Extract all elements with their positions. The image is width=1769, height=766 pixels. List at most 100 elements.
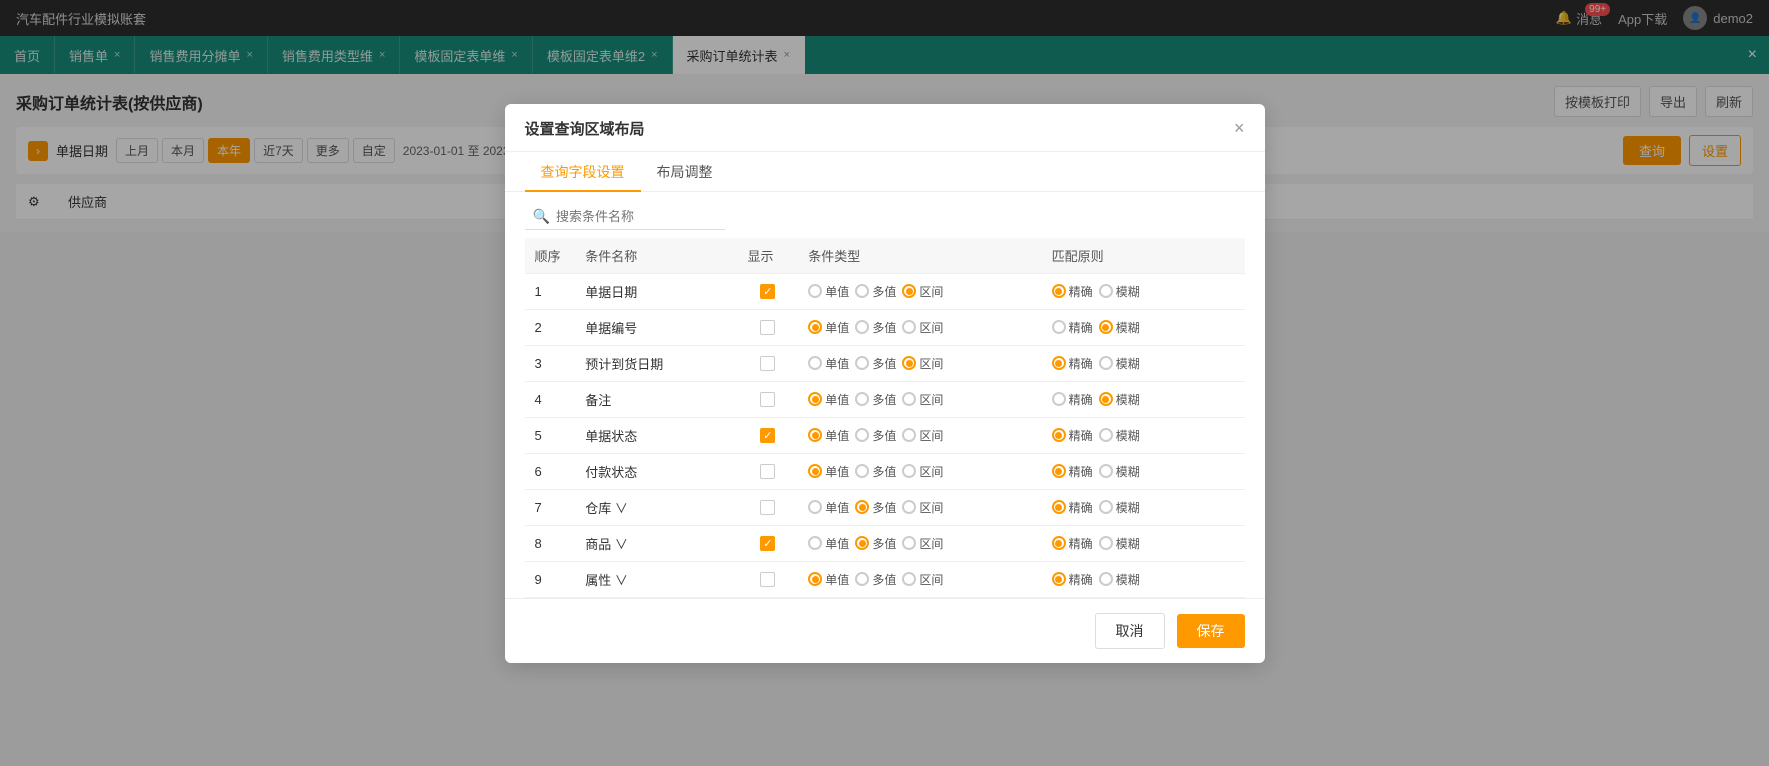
radio-match-精确-row3[interactable]: 精确 [1052, 391, 1093, 408]
row-show[interactable] [737, 489, 798, 525]
show-checkbox[interactable] [760, 536, 775, 551]
radio-match-模糊-row4[interactable]: 模糊 [1099, 427, 1140, 444]
radio-match-精确-row0[interactable]: 精确 [1052, 283, 1093, 300]
show-checkbox[interactable] [760, 428, 775, 443]
row-show[interactable] [737, 525, 798, 561]
row-show[interactable] [737, 273, 798, 309]
radio-type-单值-row0[interactable]: 单值 [808, 283, 849, 300]
row-name: 备注 [575, 381, 737, 417]
dialog-close-button[interactable]: × [1234, 118, 1245, 139]
dialog-tab-layout[interactable]: 布局调整 [641, 152, 729, 192]
save-button[interactable]: 保存 [1177, 614, 1245, 648]
radio-match-精确-row5[interactable]: 精确 [1052, 463, 1093, 480]
radio-type-多值-row7[interactable]: 多值 [855, 535, 896, 552]
radio-circle [1052, 392, 1066, 406]
dialog-tab-query-fields[interactable]: 查询字段设置 [525, 152, 641, 192]
radio-type-多值-row0[interactable]: 多值 [855, 283, 896, 300]
radio-type-多值-row2[interactable]: 多值 [855, 355, 896, 372]
match-radio-group-row5: 精确 模糊 [1052, 463, 1235, 480]
row-order: 1 [525, 273, 576, 309]
radio-circle [855, 572, 869, 586]
radio-type-单值-row5[interactable]: 单值 [808, 463, 849, 480]
radio-match-精确-row6[interactable]: 精确 [1052, 499, 1093, 516]
row-type: 单值 多值 区间 [798, 561, 1041, 597]
radio-type-区间-row5[interactable]: 区间 [902, 463, 943, 480]
radio-type-区间-row1[interactable]: 区间 [902, 319, 943, 336]
radio-match-模糊-row5[interactable]: 模糊 [1099, 463, 1140, 480]
show-checkbox[interactable] [760, 572, 775, 587]
row-show[interactable] [737, 345, 798, 381]
radio-type-区间-row6[interactable]: 区间 [902, 499, 943, 516]
search-input[interactable] [556, 209, 716, 224]
radio-circle [808, 392, 822, 406]
radio-type-单值-row3[interactable]: 单值 [808, 391, 849, 408]
show-checkbox[interactable] [760, 284, 775, 299]
th-name: 条件名称 [575, 238, 737, 274]
show-checkbox[interactable] [760, 320, 775, 335]
radio-circle [1099, 284, 1113, 298]
radio-type-区间-row3[interactable]: 区间 [902, 391, 943, 408]
radio-match-模糊-row7[interactable]: 模糊 [1099, 535, 1140, 552]
row-show[interactable] [737, 561, 798, 597]
row-type: 单值 多值 区间 [798, 525, 1041, 561]
row-show[interactable] [737, 453, 798, 489]
row-name: 单据编号 [575, 309, 737, 345]
radio-type-区间-row7[interactable]: 区间 [902, 535, 943, 552]
row-order: 7 [525, 489, 576, 525]
radio-circle [1099, 464, 1113, 478]
radio-type-多值-row3[interactable]: 多值 [855, 391, 896, 408]
cancel-button[interactable]: 取消 [1095, 613, 1165, 649]
show-checkbox[interactable] [760, 464, 775, 479]
row-type: 单值 多值 区间 [798, 381, 1041, 417]
show-checkbox[interactable] [760, 392, 775, 407]
radio-circle [855, 356, 869, 370]
radio-circle [1052, 572, 1066, 586]
radio-type-单值-row2[interactable]: 单值 [808, 355, 849, 372]
radio-match-精确-row8[interactable]: 精确 [1052, 571, 1093, 588]
radio-circle [1099, 356, 1113, 370]
radio-type-区间-row2[interactable]: 区间 [902, 355, 943, 372]
radio-type-单值-row6[interactable]: 单值 [808, 499, 849, 516]
radio-match-模糊-row2[interactable]: 模糊 [1099, 355, 1140, 372]
radio-match-模糊-row6[interactable]: 模糊 [1099, 499, 1140, 516]
radio-match-模糊-row3[interactable]: 模糊 [1099, 391, 1140, 408]
show-checkbox[interactable] [760, 356, 775, 371]
radio-circle [902, 284, 916, 298]
radio-match-模糊-row1[interactable]: 模糊 [1099, 319, 1140, 336]
radio-type-区间-row8[interactable]: 区间 [902, 571, 943, 588]
radio-type-单值-row1[interactable]: 单值 [808, 319, 849, 336]
radio-type-区间-row4[interactable]: 区间 [902, 427, 943, 444]
radio-circle [855, 284, 869, 298]
radio-circle [855, 536, 869, 550]
table-row: 7 仓库 ∨ 单值 多值 区间 精确 [525, 489, 1245, 525]
show-checkbox[interactable] [760, 500, 775, 515]
radio-match-模糊-row0[interactable]: 模糊 [1099, 283, 1140, 300]
radio-type-单值-row8[interactable]: 单值 [808, 571, 849, 588]
radio-match-精确-row4[interactable]: 精确 [1052, 427, 1093, 444]
row-show[interactable] [737, 417, 798, 453]
type-radio-group-row8: 单值 多值 区间 [808, 571, 1031, 588]
row-show[interactable] [737, 381, 798, 417]
radio-type-多值-row5[interactable]: 多值 [855, 463, 896, 480]
radio-circle [1052, 356, 1066, 370]
radio-circle [855, 392, 869, 406]
radio-circle [1052, 536, 1066, 550]
radio-type-单值-row7[interactable]: 单值 [808, 535, 849, 552]
th-type: 条件类型 [798, 238, 1041, 274]
radio-match-精确-row2[interactable]: 精确 [1052, 355, 1093, 372]
radio-type-区间-row0[interactable]: 区间 [902, 283, 943, 300]
radio-circle [808, 428, 822, 442]
row-name: 付款状态 [575, 453, 737, 489]
radio-match-精确-row7[interactable]: 精确 [1052, 535, 1093, 552]
radio-type-多值-row6[interactable]: 多值 [855, 499, 896, 516]
radio-type-多值-row8[interactable]: 多值 [855, 571, 896, 588]
radio-type-多值-row4[interactable]: 多值 [855, 427, 896, 444]
row-show[interactable] [737, 309, 798, 345]
radio-match-精确-row1[interactable]: 精确 [1052, 319, 1093, 336]
radio-type-多值-row1[interactable]: 多值 [855, 319, 896, 336]
table-row: 1 单据日期 单值 多值 区间 精确 [525, 273, 1245, 309]
radio-match-模糊-row8[interactable]: 模糊 [1099, 571, 1140, 588]
row-order: 2 [525, 309, 576, 345]
radio-circle [808, 284, 822, 298]
radio-type-单值-row4[interactable]: 单值 [808, 427, 849, 444]
